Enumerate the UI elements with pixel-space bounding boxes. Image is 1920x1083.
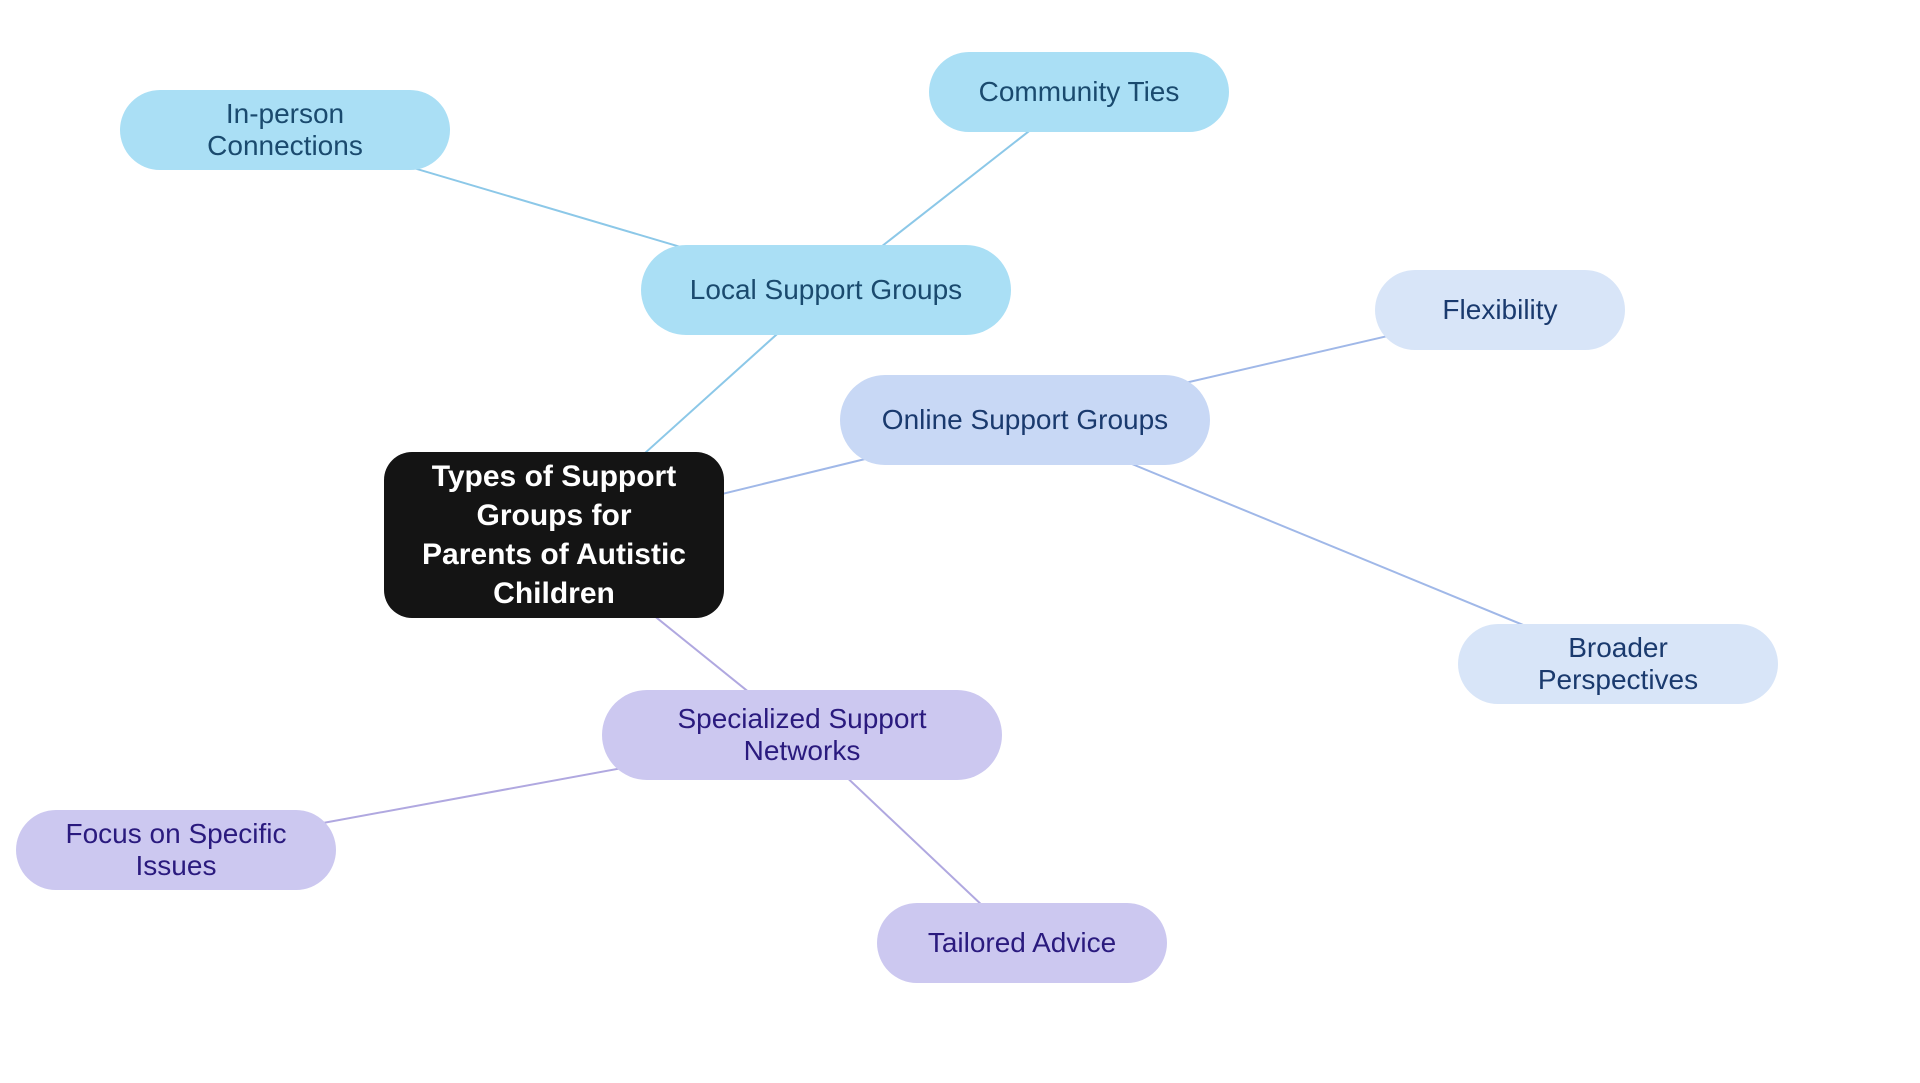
specialized-label: Specialized Support Networks	[638, 703, 966, 767]
center-node: Types of Support Groups for Parents of A…	[384, 452, 724, 618]
flexibility-node: Flexibility	[1375, 270, 1625, 350]
online-label: Online Support Groups	[882, 404, 1168, 436]
center-label: Types of Support Groups for Parents of A…	[420, 457, 688, 613]
community-node: Community Ties	[929, 52, 1229, 132]
local-label: Local Support Groups	[690, 274, 962, 306]
broader-label: Broader Perspectives	[1494, 632, 1742, 696]
inperson-node: In-person Connections	[120, 90, 450, 170]
inperson-label: In-person Connections	[156, 98, 414, 162]
tailored-node: Tailored Advice	[877, 903, 1167, 983]
local-node: Local Support Groups	[641, 245, 1011, 335]
broader-node: Broader Perspectives	[1458, 624, 1778, 704]
focus-label: Focus on Specific Issues	[52, 818, 300, 882]
online-node: Online Support Groups	[840, 375, 1210, 465]
flexibility-label: Flexibility	[1442, 294, 1557, 326]
focus-node: Focus on Specific Issues	[16, 810, 336, 890]
mindmap-container: Types of Support Groups for Parents of A…	[0, 0, 1920, 1083]
tailored-label: Tailored Advice	[928, 927, 1116, 959]
specialized-node: Specialized Support Networks	[602, 690, 1002, 780]
community-label: Community Ties	[979, 76, 1180, 108]
